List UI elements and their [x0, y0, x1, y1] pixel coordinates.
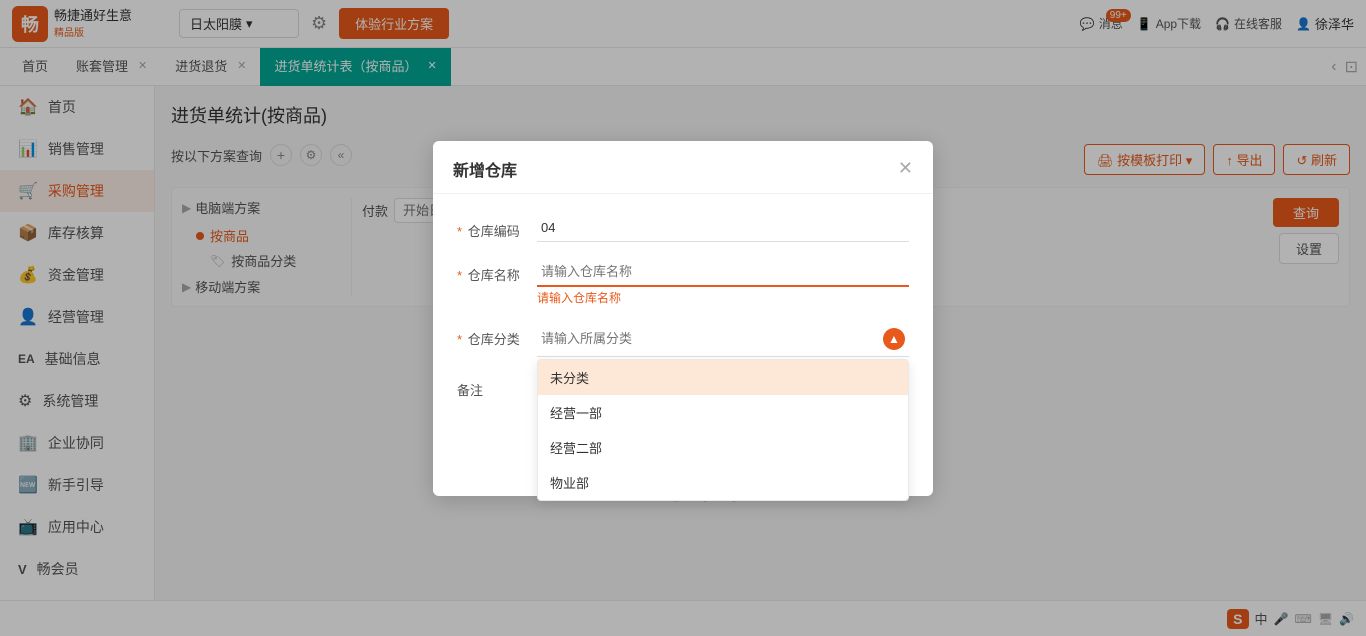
name-field-row: * 仓库名称 请输入仓库名称: [457, 258, 909, 306]
dropdown-item-none[interactable]: 未分类: [538, 360, 908, 395]
name-field: 请输入仓库名称: [537, 258, 909, 306]
dialog-close-btn[interactable]: ✕: [898, 158, 913, 179]
dropdown-item-facility[interactable]: 物业部: [538, 465, 908, 500]
code-required-mark: *: [457, 224, 462, 239]
warehouse-code-input[interactable]: [537, 214, 909, 242]
code-label: * 仓库编码: [457, 214, 537, 240]
dropdown-item-dept1[interactable]: 经营一部: [538, 395, 908, 430]
name-error-msg: 请输入仓库名称: [537, 289, 909, 306]
name-required-mark: *: [457, 268, 462, 283]
category-dropdown: 未分类 经营一部 经营二部 物业部: [537, 359, 909, 501]
category-input[interactable]: [541, 331, 883, 346]
dialog-header: 新增仓库 ✕: [433, 141, 933, 194]
dialog-body: * 仓库编码 * 仓库名称 请输入仓库名称: [433, 194, 933, 437]
category-select-wrap[interactable]: ▲: [537, 322, 909, 357]
category-field: ▲ 未分类 经营一部 经营二部 物业部: [537, 322, 909, 357]
category-required-mark: *: [457, 332, 462, 347]
dropdown-item-dept2[interactable]: 经营二部: [538, 430, 908, 465]
code-field-row: * 仓库编码: [457, 214, 909, 242]
code-field: [537, 214, 909, 242]
note-label: 备注: [457, 373, 537, 399]
category-field-row: * 仓库分类 ▲ 未分类 经营一部: [457, 322, 909, 357]
modal-overlay: 新增仓库 ✕ * 仓库编码 * 仓库名称: [0, 0, 1366, 636]
warehouse-name-input[interactable]: [537, 258, 909, 287]
category-label: * 仓库分类: [457, 322, 537, 348]
category-chevron-icon[interactable]: ▲: [883, 328, 905, 350]
new-warehouse-dialog: 新增仓库 ✕ * 仓库编码 * 仓库名称: [433, 141, 933, 496]
dialog-title: 新增仓库: [453, 157, 517, 181]
name-label: * 仓库名称: [457, 258, 537, 284]
